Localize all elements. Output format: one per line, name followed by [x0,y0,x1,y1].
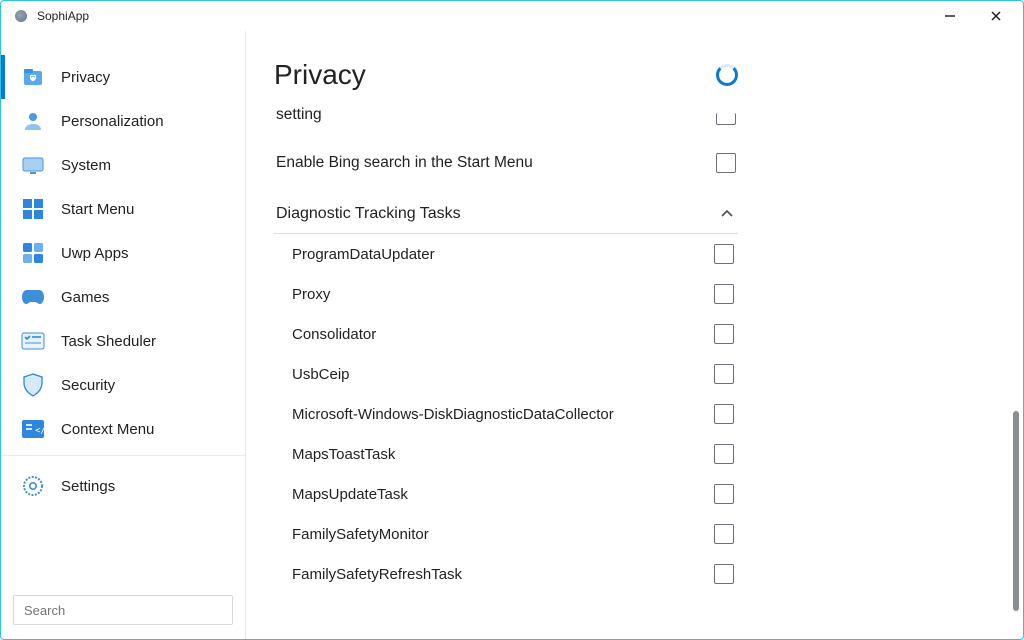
sidebar-item-start-menu[interactable]: Start Menu [1,187,245,231]
shield-icon [19,371,47,399]
task-row[interactable]: Proxy [274,274,738,314]
checkbox[interactable] [714,444,734,464]
sidebar-item-label: Start Menu [61,201,134,218]
gamepad-icon [19,283,47,311]
context-menu-icon: </> [19,415,47,443]
app-title: SophiApp [37,9,89,23]
svg-text:</>: </> [35,426,45,436]
chevron-up-icon [718,205,736,223]
task-label: Microsoft-Windows-DiskDiagnosticDataColl… [292,406,714,423]
task-row[interactable]: Microsoft-Windows-DiskDiagnosticDataColl… [274,394,738,434]
search-input[interactable] [13,595,233,625]
group-title: Diagnostic Tracking Tasks [276,205,718,223]
task-label: MapsToastTask [292,446,714,463]
setting-label: Enable Bing search in the Start Menu [276,154,716,172]
windows-icon [19,195,47,223]
task-label: ProgramDataUpdater [292,246,714,263]
gear-icon [19,472,47,500]
task-label: FamilySafetyMonitor [292,526,714,543]
checkbox[interactable] [714,244,734,264]
system-icon [19,151,47,179]
task-label: FamilySafetyRefreshTask [292,566,714,583]
checkbox[interactable] [716,153,736,173]
checkbox[interactable] [714,484,734,504]
sidebar-item-label: Security [61,377,115,394]
checkbox[interactable] [714,324,734,344]
sidebar-item-label: System [61,157,111,174]
sidebar-item-security[interactable]: Security [1,363,245,407]
sidebar-item-task-scheduler[interactable]: Task Sheduler [1,319,245,363]
tasks-icon [19,327,47,355]
sidebar-item-label: Personalization [61,113,164,130]
task-label: Proxy [292,286,714,303]
privacy-icon [19,63,47,91]
sidebar-item-label: Context Menu [61,421,154,438]
apps-icon [19,239,47,267]
checkbox[interactable] [714,524,734,544]
group-items: ProgramDataUpdater Proxy Consolidator UsbCe… [274,234,738,594]
page-title: Privacy [274,59,716,91]
checkbox[interactable] [714,284,734,304]
task-row[interactable]: UsbCeip [274,354,738,394]
main: Privacy setting Enable Bing search in th… [246,31,1023,639]
sidebar-item-privacy[interactable]: Privacy [1,55,245,99]
sidebar-item-uwp-apps[interactable]: Uwp Apps [1,231,245,275]
minimize-button[interactable] [927,1,973,31]
group-header[interactable]: Diagnostic Tracking Tasks [274,187,738,234]
sidebar-item-label: Settings [61,478,115,495]
titlebar[interactable]: SophiApp [1,1,1023,31]
sidebar-item-context-menu[interactable]: </> Context Menu [1,407,245,451]
divider [1,455,245,456]
checkbox[interactable] [716,113,736,125]
task-label: UsbCeip [292,366,714,383]
app-icon [15,10,27,22]
checkbox[interactable] [714,404,734,424]
sidebar-item-label: Uwp Apps [61,245,129,262]
sidebar-item-games[interactable]: Games [1,275,245,319]
setting-label: setting [276,106,716,124]
task-row[interactable]: FamilySafetyMonitor [274,514,738,554]
task-row[interactable]: MapsToastTask [274,434,738,474]
task-row[interactable]: FamilySafetyRefreshTask [274,554,738,594]
sidebar-item-label: Games [61,289,109,306]
close-button[interactable] [973,1,1019,31]
sidebar-item-personalization[interactable]: Personalization [1,99,245,143]
right-panel [766,31,1023,639]
sidebar-item-system[interactable]: System [1,143,245,187]
personalization-icon [19,107,47,135]
checkbox[interactable] [714,564,734,584]
setting-row[interactable]: Enable Bing search in the Start Menu [274,139,738,187]
sidebar: Privacy Personalization System Start Men… [1,31,246,639]
setting-row[interactable]: setting [274,91,738,139]
task-row[interactable]: MapsUpdateTask [274,474,738,514]
checkbox[interactable] [714,364,734,384]
sidebar-item-label: Privacy [61,69,110,86]
task-row[interactable]: ProgramDataUpdater [274,234,738,274]
sidebar-item-settings[interactable]: Settings [1,464,245,508]
scrollbar[interactable] [1013,411,1019,611]
task-row[interactable]: Consolidator [274,314,738,354]
task-label: Consolidator [292,326,714,343]
loading-spinner-icon [716,64,738,86]
sidebar-item-label: Task Sheduler [61,333,156,350]
task-label: MapsUpdateTask [292,486,714,503]
